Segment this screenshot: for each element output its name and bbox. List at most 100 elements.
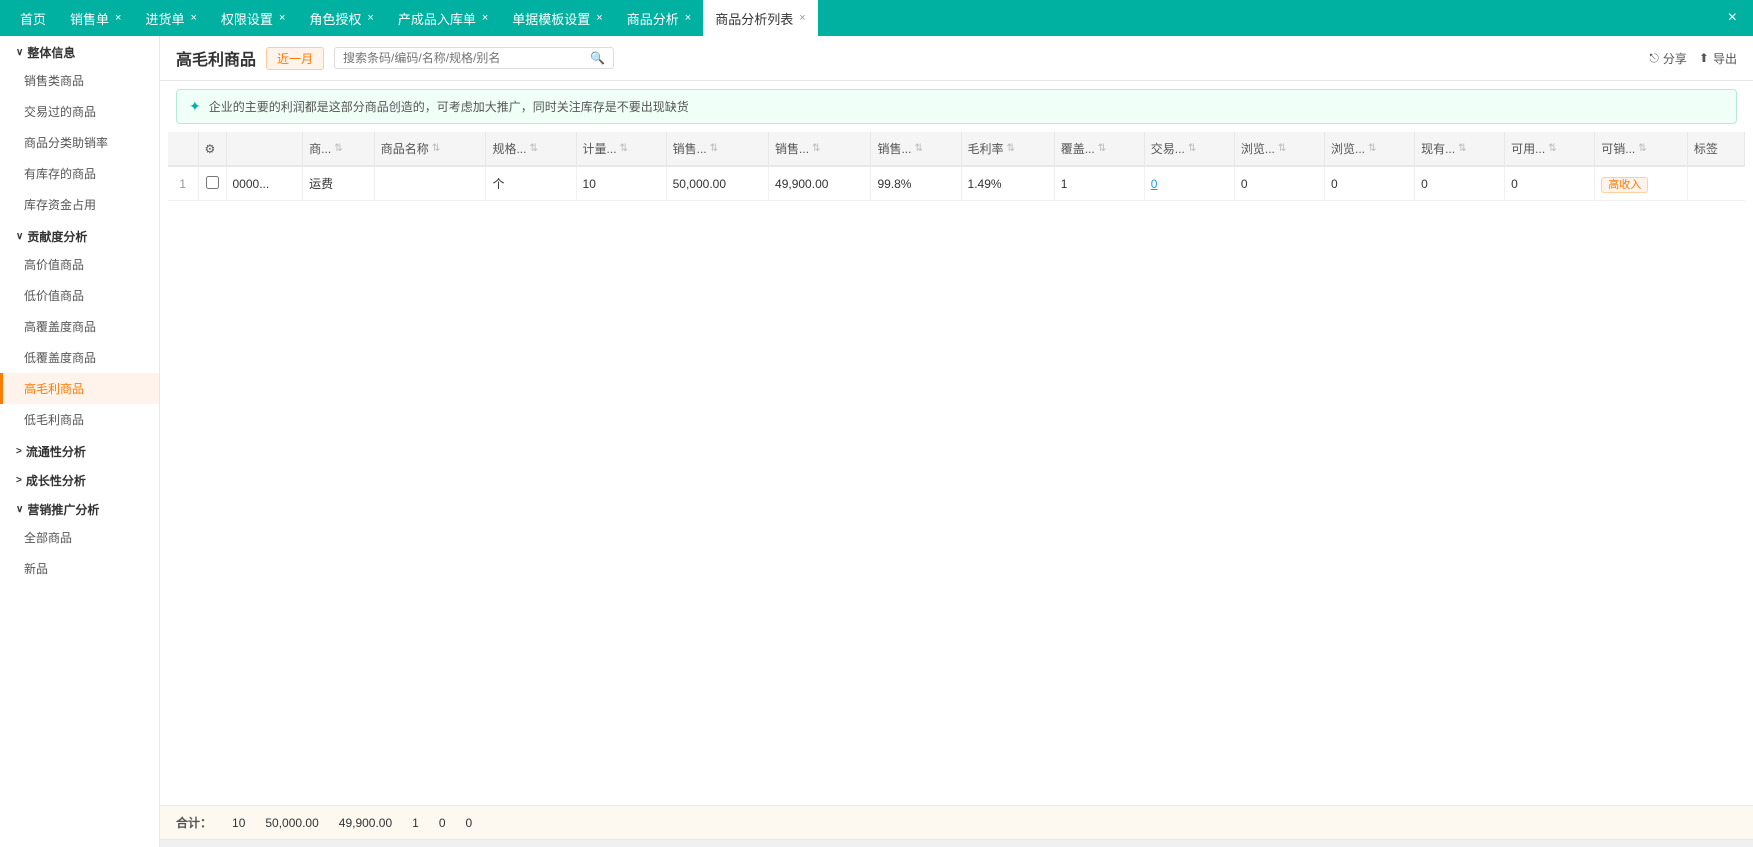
nav-close-3[interactable]: × <box>279 12 285 24</box>
footer-sales3: 49,900.00 <box>339 816 392 830</box>
sidebar-group-title-0[interactable]: ∨整体信息 <box>0 36 159 65</box>
cell-gross-rate-0: 99.8% <box>871 166 961 201</box>
th-8[interactable]: 销售...⇅ <box>871 132 961 166</box>
sidebar-item-1-2[interactable]: 高覆盖度商品 <box>0 311 159 342</box>
cell-transaction-0: 1 <box>1054 166 1144 201</box>
share-button[interactable]: ⎋ 分享 <box>1649 50 1687 67</box>
nav-item-7[interactable]: 商品分析× <box>615 0 703 36</box>
th-7[interactable]: 销售...⇅ <box>769 132 871 166</box>
page-title: 高毛利商品 <box>176 46 256 70</box>
nav-close-1[interactable]: × <box>115 12 121 24</box>
info-text: 企业的主要的利润都是这部分商品创造的，可考虑加大推广，同时关注库存是不要出现缺货 <box>209 98 689 115</box>
cell-browse1-link-0[interactable]: 0 <box>1151 177 1158 191</box>
sidebar-item-0-3[interactable]: 有库存的商品 <box>0 158 159 189</box>
sort-icon-14: ⇅ <box>1458 143 1466 154</box>
search-box: 🔍 <box>334 47 614 69</box>
cell-code-0: 0000... <box>226 166 303 201</box>
th-11[interactable]: 交易...⇅ <box>1144 132 1234 166</box>
info-icon: ✦ <box>189 98 201 115</box>
th-14[interactable]: 现有...⇅ <box>1415 132 1505 166</box>
footer-sales1: 10 <box>232 816 245 830</box>
sort-icon-2: ⇅ <box>334 143 342 154</box>
content-header: 高毛利商品 近一月 🔍 ⎋ 分享 ⬆ 导出 <box>160 36 1753 81</box>
nav-close-6[interactable]: × <box>596 12 602 24</box>
nav-item-4[interactable]: 角色授权× <box>297 0 385 36</box>
nav-close-2[interactable]: × <box>190 12 196 24</box>
th-13[interactable]: 浏览...⇅ <box>1324 132 1414 166</box>
nav-close-7[interactable]: × <box>685 12 691 24</box>
sort-icon-6: ⇅ <box>710 143 718 154</box>
nav-item-1[interactable]: 销售单× <box>58 0 133 36</box>
cell-sales1-0: 10 <box>576 166 666 201</box>
th-15[interactable]: 可用...⇅ <box>1505 132 1595 166</box>
export-icon: ⬆ <box>1699 51 1709 65</box>
nav-item-8[interactable]: 商品分析列表× <box>703 0 817 36</box>
share-icon: ⎋ <box>1649 51 1659 66</box>
sidebar-item-4-1[interactable]: 新品 <box>0 553 159 584</box>
sidebar-item-0-4[interactable]: 库存资金占用 <box>0 189 159 220</box>
close-all-button[interactable]: × <box>1720 9 1745 27</box>
th-2[interactable]: 商...⇅ <box>303 132 375 166</box>
th-9[interactable]: 毛利率⇅ <box>961 132 1054 166</box>
nav-item-5[interactable]: 产成品入库单× <box>386 0 500 36</box>
cell-coverage-0: 1.49% <box>961 166 1054 201</box>
table-container: ⚙商...⇅商品名称⇅规格...⇅计量...⇅销售...⇅销售...⇅销售...… <box>160 132 1753 805</box>
footer-sales2: 50,000.00 <box>265 816 318 830</box>
nav-item-0[interactable]: 首页 <box>8 0 58 36</box>
filter-recent-month-btn[interactable]: 近一月 <box>266 47 324 70</box>
sidebar-item-1-1[interactable]: 低价值商品 <box>0 280 159 311</box>
sidebar: 《 ∨整体信息销售类商品交易过的商品商品分类助销率有库存的商品库存资金占用∨贡献… <box>0 36 160 847</box>
table-row: 10000...运费个1050,000.0049,900.0099.8%1.49… <box>168 166 1745 201</box>
sidebar-group-title-3[interactable]: >成长性分析 <box>0 464 159 493</box>
sidebar-item-1-3[interactable]: 低覆盖度商品 <box>0 342 159 373</box>
sidebar-item-0-0[interactable]: 销售类商品 <box>0 65 159 96</box>
cell-unit-0: 个 <box>486 166 576 201</box>
sidebar-group-1: ∨贡献度分析高价值商品低价值商品高覆盖度商品低覆盖度商品高毛利商品低毛利商品 <box>0 220 159 435</box>
cell-spec-0 <box>374 166 486 201</box>
th-4[interactable]: 规格...⇅ <box>486 132 576 166</box>
sidebar-item-4-0[interactable]: 全部商品 <box>0 522 159 553</box>
nav-close-5[interactable]: × <box>482 12 488 24</box>
sidebar-item-1-5[interactable]: 低毛利商品 <box>0 404 159 435</box>
th-10[interactable]: 覆盖...⇅ <box>1054 132 1144 166</box>
nav-close-4[interactable]: × <box>367 12 373 24</box>
th-5[interactable]: 计量...⇅ <box>576 132 666 166</box>
search-input[interactable] <box>343 51 590 65</box>
th-17: 标签 <box>1687 132 1744 166</box>
th-3[interactable]: 商品名称⇅ <box>374 132 486 166</box>
sidebar-group-title-1[interactable]: ∨贡献度分析 <box>0 220 159 249</box>
sort-icon-13: ⇅ <box>1368 143 1376 154</box>
data-table: ⚙商...⇅商品名称⇅规格...⇅计量...⇅销售...⇅销售...⇅销售...… <box>168 132 1745 201</box>
cell-checkbox-0[interactable] <box>198 166 226 201</box>
sidebar-item-0-1[interactable]: 交易过的商品 <box>0 96 159 127</box>
nav-close-8[interactable]: × <box>799 12 805 24</box>
main-layout: 《 ∨整体信息销售类商品交易过的商品商品分类助销率有库存的商品库存资金占用∨贡献… <box>0 36 1753 847</box>
th-12[interactable]: 浏览...⇅ <box>1234 132 1324 166</box>
row-checkbox-0[interactable] <box>206 176 219 189</box>
info-banner: ✦ 企业的主要的利润都是这部分商品创造的，可考虑加大推广，同时关注库存是不要出现… <box>176 89 1737 124</box>
sidebar-item-1-0[interactable]: 高价值商品 <box>0 249 159 280</box>
sidebar-group-label-2: 流通性分析 <box>26 443 86 460</box>
cell-browse1-0[interactable]: 0 <box>1144 166 1234 201</box>
sidebar-group-title-2[interactable]: > 流通性分析 <box>0 435 159 464</box>
chevron-right-icon: > <box>16 446 22 457</box>
search-icon[interactable]: 🔍 <box>590 51 605 65</box>
sort-icon-11: ⇅ <box>1188 143 1196 154</box>
sidebar-item-0-2[interactable]: 商品分类助销率 <box>0 127 159 158</box>
sidebar-item-1-4[interactable]: 高毛利商品 <box>0 373 159 404</box>
sort-icon-15: ⇅ <box>1548 143 1556 154</box>
horizontal-scrollbar[interactable] <box>160 839 1753 847</box>
sort-icon-16: ⇅ <box>1638 143 1646 154</box>
sidebar-group-title-4[interactable]: ∨营销推广分析 <box>0 493 159 522</box>
nav-item-2[interactable]: 进货单× <box>133 0 208 36</box>
cell-saleable-0: 0 <box>1505 166 1595 201</box>
sidebar-group-2: > 流通性分析 <box>0 435 159 464</box>
th-16[interactable]: 可销...⇅ <box>1595 132 1688 166</box>
sidebar-collapse-btn[interactable]: 《 <box>159 424 160 460</box>
nav-item-3[interactable]: 权限设置× <box>209 0 297 36</box>
th-6[interactable]: 销售...⇅ <box>666 132 768 166</box>
export-button[interactable]: ⬆ 导出 <box>1699 50 1737 67</box>
sidebar-group-3: >成长性分析 <box>0 464 159 493</box>
th-index <box>168 132 198 166</box>
nav-item-6[interactable]: 单据模板设置× <box>500 0 614 36</box>
